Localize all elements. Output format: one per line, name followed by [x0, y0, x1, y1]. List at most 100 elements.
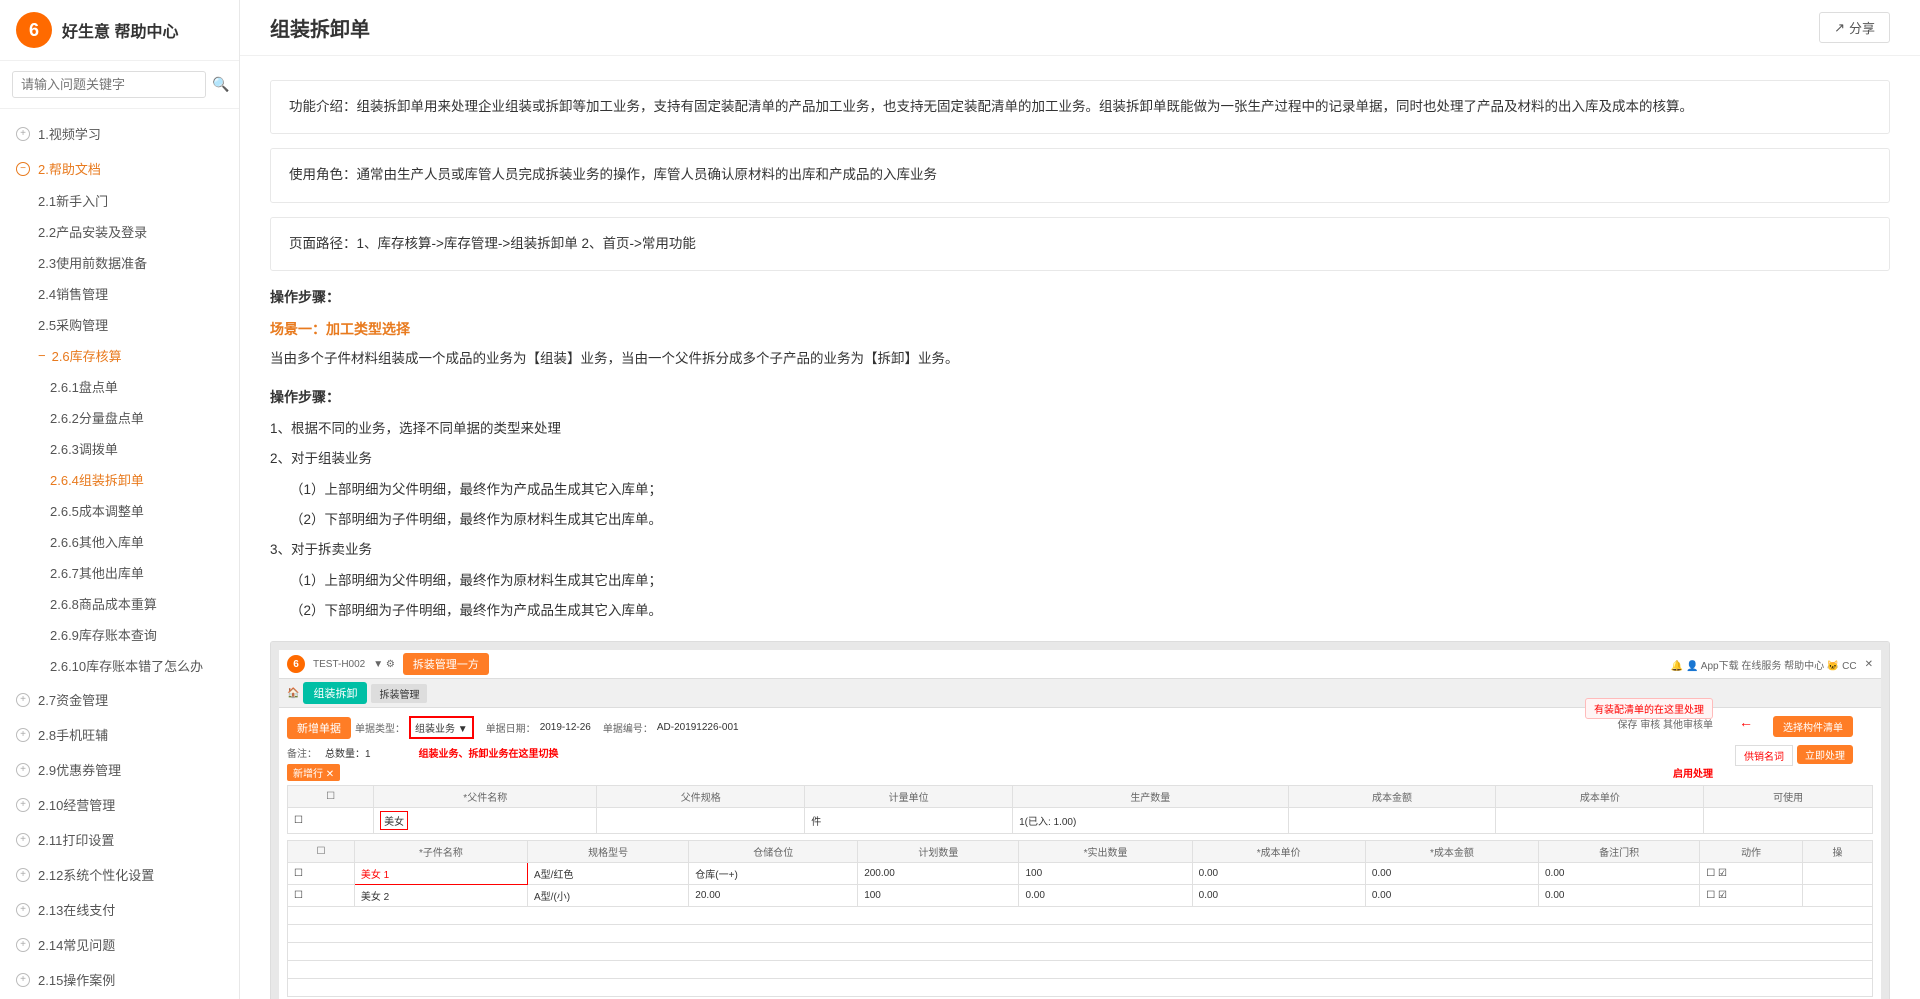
th-name: *父件名称: [374, 786, 597, 808]
sidebar-item-inventory-9[interactable]: 2.6.9库存账本查询: [0, 619, 239, 650]
main-content: 组装拆卸单 ↗ 分享 功能介绍：组装拆卸单用来处理企业组装或拆卸等加工业务，支持…: [240, 0, 1920, 999]
share-button[interactable]: ↗ 分享: [1819, 12, 1890, 43]
ss-dropdown: ▼ ⚙: [373, 659, 395, 670]
sidebar-item-inventory[interactable]: − 2.6库存核算: [0, 340, 239, 371]
share-icon: ↗: [1834, 20, 1845, 36]
ltd-empty-7: [288, 979, 1873, 997]
expand-icon: +: [16, 833, 30, 847]
th-checkbox: ☐: [288, 786, 374, 808]
nav-section-8: + 2.8手机旺辅: [0, 718, 239, 751]
th-qty: 生产数量: [1013, 786, 1289, 808]
intro-text-2: 使用角色：通常由生产人员或库管人员完成拆装业务的操作，库管人员确认原材料的出库和…: [289, 167, 937, 182]
intro-block-3: 页面路径：1、库存核算->库存管理->组装拆卸单 2、首页->常用功能: [270, 217, 1890, 271]
topbar-right: 🔔 👤 App下载 在线服务 帮助中心 🐱 CC ✕: [1671, 657, 1873, 672]
collapse-icon: −: [16, 162, 30, 176]
sidebar-item-payment[interactable]: + 2.13在线支付: [0, 893, 239, 926]
sidebar-item-cases[interactable]: + 2.15操作案例: [0, 963, 239, 996]
ltd-op-1: [1802, 863, 1872, 885]
sidebar-item-beginner[interactable]: 2.1新手入门: [0, 185, 239, 216]
nav-section-10: + 2.10经营管理: [0, 788, 239, 821]
sidebar-item-install[interactable]: 2.2产品安装及登录: [0, 216, 239, 247]
lth-actual-qty: *实出数量: [1019, 841, 1192, 863]
upper-table-header: 新增行 ✕: [287, 764, 1873, 781]
screenshot-container: 6 TEST-H002 ▼ ⚙ 拆装管理一方 🔔 👤 App下载 在线服务 帮助…: [270, 641, 1890, 999]
table-row: ☐ 美女 件 1(已入: 1.00): [288, 808, 1873, 834]
lth-cost-amt: *成本金额: [1365, 841, 1538, 863]
ss-logo: 6: [287, 655, 305, 673]
annotation-arrow-1: ←: [1739, 714, 1753, 730]
sidebar-item-inventory-7[interactable]: 2.6.7其他出库单: [0, 557, 239, 588]
nav-section-1: + 1.视频学习: [0, 117, 239, 150]
annotation-text-3: 启用处理: [1673, 765, 1713, 780]
nav-section-7: + 2.7资金管理: [0, 683, 239, 716]
td-checkbox: ☐: [288, 808, 374, 834]
step3-1: （1）上部明细为父件明细，最终作为原材料生成其它出库单；: [290, 569, 1890, 593]
sidebar-item-data-prep[interactable]: 2.3使用前数据准备: [0, 247, 239, 278]
step1: 1、根据不同的业务，选择不同单据的类型来处理: [270, 417, 1890, 441]
sidebar-item-finance[interactable]: + 2.7资金管理: [0, 683, 239, 716]
td-available: [1704, 808, 1873, 834]
step2: 2、对于组装业务: [270, 447, 1890, 471]
expand-icon: +: [16, 728, 30, 742]
td-name: 美女: [374, 808, 597, 834]
nav-section-14: + 2.14常见问题: [0, 928, 239, 961]
ss-billno-value: AD-20191226-001: [657, 722, 739, 733]
search-input[interactable]: [12, 71, 206, 98]
th-available: 可使用: [1704, 786, 1873, 808]
sidebar-item-docs[interactable]: − 2.帮助文档: [0, 152, 239, 185]
sidebar-item-inventory-3[interactable]: 2.6.3调拨单: [0, 433, 239, 464]
sidebar-item-sales[interactable]: 2.4销售管理: [0, 278, 239, 309]
ltd-name-2: 美女 2: [354, 885, 527, 907]
sidebar-item-management[interactable]: + 2.10经营管理: [0, 788, 239, 821]
scene1-heading: 场景一：加工类型选择: [270, 319, 1890, 339]
th-sku: 父件规格: [597, 786, 805, 808]
sidebar-item-inventory-8[interactable]: 2.6.8商品成本重算: [0, 588, 239, 619]
lower-table-area: ☐ *子件名称 规格型号 仓储仓位 计划数量 *实出数量 *成本单价 *成本金额…: [287, 840, 1873, 997]
ltd-cb-1: ☐: [288, 863, 355, 885]
search-icon[interactable]: 🔍: [212, 76, 229, 93]
content-area: 功能介绍：组装拆卸单用来处理企业组装或拆卸等加工业务，支持有固定装配清单的产品加…: [240, 56, 1920, 999]
ltd-cb-2: ☐: [288, 885, 355, 907]
sidebar-item-inventory-5[interactable]: 2.6.5成本调整单: [0, 495, 239, 526]
intro-text-3: 页面路径：1、库存核算->库存管理->组装拆卸单 2、首页->常用功能: [289, 236, 696, 251]
ltd-empty-5: [288, 943, 1873, 961]
lth-checkbox: ☐: [288, 841, 355, 863]
lower-table-row-3: [288, 907, 1873, 925]
ss-orange-btn: 拆装管理一方: [403, 653, 489, 675]
ltd-act-2: ☐ ☑: [1700, 885, 1803, 907]
lth-warehouse: 仓储仓位: [689, 841, 858, 863]
sidebar-item-inventory-2[interactable]: 2.6.2分量盘点单: [0, 402, 239, 433]
lth-remark: 备注门积: [1538, 841, 1699, 863]
nav-section-2: − 2.帮助文档 2.1新手入门 2.2产品安装及登录 2.3使用前数据准备 2…: [0, 152, 239, 681]
ss-date-label: 单据日期：: [486, 720, 536, 735]
td-unit: 件: [805, 808, 1013, 834]
ss-process-btn: 选择构件清单: [1773, 716, 1853, 737]
ss-inactive-tab: 拆装管理: [371, 684, 427, 703]
sidebar-item-inventory-6[interactable]: 2.6.6其他入库单: [0, 526, 239, 557]
sidebar-item-print[interactable]: + 2.11打印设置: [0, 823, 239, 856]
expand-icon: +: [16, 763, 30, 777]
ltd-pqty-2: 100: [858, 885, 1019, 907]
sidebar-item-inventory-1[interactable]: 2.6.1盘点单: [0, 371, 239, 402]
main-header: 组装拆卸单 ↗ 分享: [240, 0, 1920, 56]
ltd-name-1: 美女 1: [354, 863, 527, 885]
sidebar-item-faq[interactable]: + 2.14常见问题: [0, 928, 239, 961]
sidebar-item-purchase[interactable]: 2.5采购管理: [0, 309, 239, 340]
logo-icon: 6: [16, 12, 52, 48]
table-header-row: ☐ *父件名称 父件规格 计量单位 生产数量 成本金额 成本单价 可使用: [288, 786, 1873, 808]
sidebar-item-mobile[interactable]: + 2.8手机旺辅: [0, 718, 239, 751]
lower-table-row-4: [288, 925, 1873, 943]
sidebar-item-inventory-10[interactable]: 2.6.10库存账本错了怎么办: [0, 650, 239, 681]
ltd-aqty-1: 100: [1019, 863, 1192, 885]
intro-text-1: 功能介绍：组装拆卸单用来处理企业组装或拆卸等加工业务，支持有固定装配清单的产品加…: [289, 99, 1693, 114]
section-label: 2.帮助文档: [38, 159, 101, 178]
annotation-row-2: 备注： 总数量：1 组装业务、拆卸业务在这里切换 供销名词 启用处理 立即处理: [287, 745, 1873, 760]
sidebar-item-inventory-4[interactable]: 2.6.4组装拆卸单: [0, 464, 239, 495]
annotation-box-3: 供销名词: [1735, 745, 1793, 766]
expand-icon: +: [16, 127, 30, 141]
lth-cost-price: *成本单价: [1192, 841, 1365, 863]
sidebar-item-videos[interactable]: + 1.视频学习: [0, 117, 239, 150]
sidebar-item-coupon[interactable]: + 2.9优惠券管理: [0, 753, 239, 786]
ss-enable-btn: 立即处理: [1797, 745, 1853, 764]
sidebar-item-settings[interactable]: + 2.12系统个性化设置: [0, 858, 239, 891]
